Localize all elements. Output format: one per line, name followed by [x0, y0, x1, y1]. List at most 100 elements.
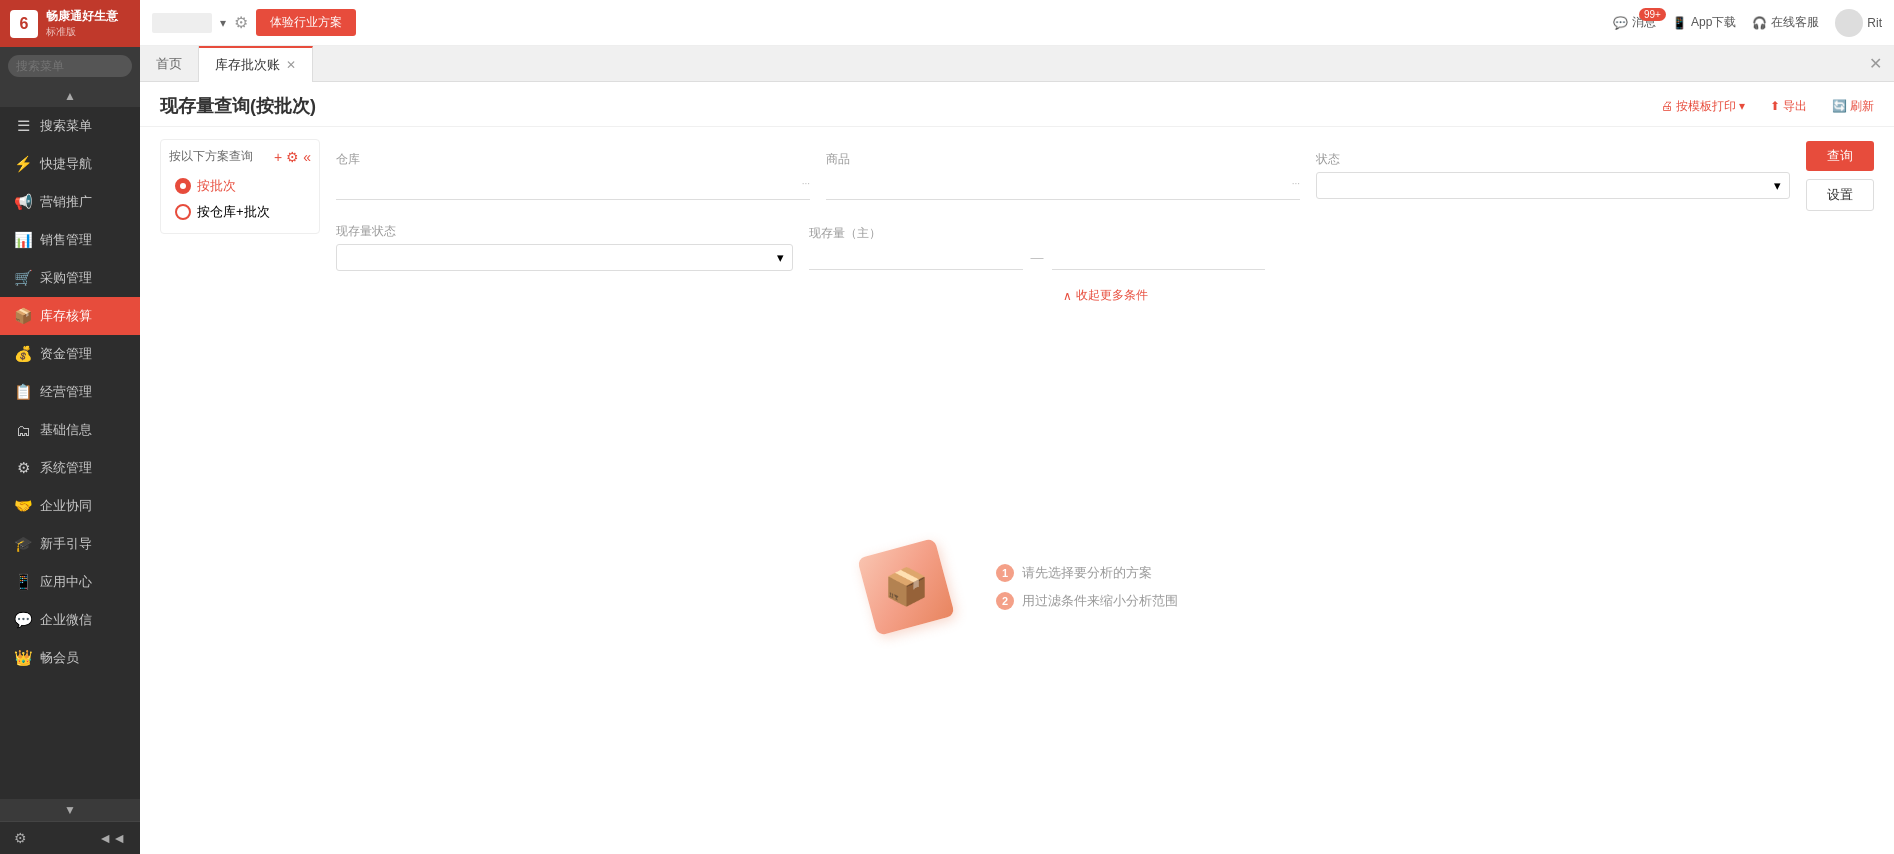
- tip-1-text: 请先选择要分析的方案: [1022, 564, 1152, 582]
- stock-status-label: 现存量状态: [336, 223, 793, 240]
- topbar-dropdown-arrow[interactable]: ▾: [220, 16, 226, 30]
- sidebar-item-inventory[interactable]: 📦库存核算: [0, 297, 140, 335]
- nav-label-enterprise: 企业协同: [40, 497, 92, 515]
- status-select[interactable]: ▾: [1316, 172, 1790, 199]
- product-dots[interactable]: ···: [1292, 178, 1300, 189]
- page-actions: 🖨 按模板打印 ▾ ⬆ 导出 🔄 刷新: [1661, 98, 1874, 115]
- nav-label-operation: 经营管理: [40, 383, 92, 401]
- company-info: 畅康通好生意 标准版: [46, 8, 118, 39]
- scroll-up-btn[interactable]: ▲: [0, 85, 140, 107]
- nav-icon-basic: 🗂: [14, 422, 32, 439]
- page-title: 现存量查询(按批次): [160, 94, 316, 118]
- nav-icon-sales: 📊: [14, 231, 32, 249]
- experience-btn[interactable]: 体验行业方案: [256, 9, 356, 36]
- tab-label-home: 首页: [156, 55, 182, 73]
- product-input[interactable]: [826, 172, 1292, 195]
- query-btn[interactable]: 查询: [1806, 141, 1874, 171]
- scroll-down-btn[interactable]: ▼: [0, 799, 140, 821]
- filter-row-2: 现存量状态 ▾ 现存量（主） —: [336, 223, 1874, 271]
- nav-label-newbie: 新手引导: [40, 535, 92, 553]
- content-area: 现存量查询(按批次) 🖨 按模板打印 ▾ ⬆ 导出 🔄 刷新: [140, 82, 1894, 854]
- sidebar-item-quicknav[interactable]: ⚡快捷导航: [0, 145, 140, 183]
- nav-label-wechat: 企业微信: [40, 611, 92, 629]
- topbar-right: 💬 消息 99+ 📱 App下载 🎧 在线客服 Rit: [1613, 9, 1882, 37]
- sidebar-item-operation[interactable]: 📋经营管理: [0, 373, 140, 411]
- nav-icon-apps: 📱: [14, 573, 32, 591]
- empty-tips: 1 请先选择要分析的方案 2 用过滤条件来缩小分析范围: [996, 564, 1178, 610]
- sidebar-item-basic[interactable]: 🗂基础信息: [0, 411, 140, 449]
- product-label: 商品: [826, 151, 1300, 168]
- range-separator: —: [1031, 250, 1044, 265]
- sidebar-item-purchase[interactable]: 🛒采购管理: [0, 259, 140, 297]
- empty-icon: [856, 537, 956, 637]
- search-input[interactable]: [8, 55, 132, 77]
- nav-label-quicknav: 快捷导航: [40, 155, 92, 173]
- scheme-label-batch: 按批次: [197, 177, 236, 195]
- collapse-btn[interactable]: ∧ 收起更多条件: [356, 283, 1854, 308]
- right-actions: 查询 设置: [1806, 139, 1874, 211]
- print-btn[interactable]: 🖨 按模板打印 ▾: [1661, 98, 1745, 115]
- sidebar-item-newbie[interactable]: 🎓 新手引导: [0, 525, 140, 563]
- refresh-btn[interactable]: 🔄 刷新: [1832, 98, 1874, 115]
- app-download-btn[interactable]: 📱 App下载: [1672, 14, 1736, 31]
- user-name: Rit: [1867, 16, 1882, 30]
- scheme-panel-header: 按以下方案查询 + ⚙ «: [169, 148, 311, 165]
- warehouse-dots[interactable]: ···: [802, 178, 810, 189]
- scheme-add-btn[interactable]: +: [274, 149, 282, 165]
- nav-icon-system: ⚙: [14, 459, 32, 477]
- scheme-item-warehouse_batch[interactable]: 按仓库+批次: [169, 199, 311, 225]
- topbar-settings-icon[interactable]: ⚙: [234, 13, 248, 32]
- topbar-left: ▾ ⚙ 体验行业方案: [152, 9, 1605, 36]
- tip-2-text: 用过滤条件来缩小分析范围: [1022, 592, 1178, 610]
- stock-qty-to-input[interactable]: [1052, 246, 1266, 270]
- app-label: App下载: [1691, 14, 1736, 31]
- export-btn[interactable]: ⬆ 导出: [1770, 98, 1807, 115]
- stock-status-select[interactable]: ▾: [336, 244, 793, 271]
- scheme-label-warehouse_batch: 按仓库+批次: [197, 203, 270, 221]
- tab-batch[interactable]: 库存批次账✕: [199, 46, 313, 82]
- message-btn[interactable]: 💬 消息 99+: [1613, 14, 1656, 31]
- config-btn[interactable]: 设置: [1806, 179, 1874, 211]
- tab-close-global-btn[interactable]: ✕: [1857, 54, 1894, 73]
- tab-home[interactable]: 首页: [140, 46, 199, 82]
- nav-icon-search: ☰: [14, 117, 32, 135]
- nav-label-apps: 应用中心: [40, 573, 92, 591]
- user-area[interactable]: Rit: [1835, 9, 1882, 37]
- scheme-icon-warehouse_batch: [175, 204, 191, 220]
- app-logo: 6: [10, 10, 38, 38]
- nav-icon-newbie: 🎓: [14, 535, 32, 553]
- stock-qty-from-input[interactable]: [809, 246, 1023, 270]
- tab-close-batch[interactable]: ✕: [286, 58, 296, 72]
- print-icon: 🖨: [1661, 99, 1673, 113]
- nav-icon-wechat: 💬: [14, 611, 32, 629]
- sidebar-item-finance[interactable]: 💰资金管理: [0, 335, 140, 373]
- warehouse-input[interactable]: [336, 172, 802, 195]
- sidebar-item-sales[interactable]: 📊销售管理: [0, 221, 140, 259]
- sidebar-search: [0, 47, 140, 85]
- nav-icon-marketing: 📢: [14, 193, 32, 211]
- sidebar-collapse-icon[interactable]: ◄◄: [98, 830, 126, 846]
- empty-state: 1 请先选择要分析的方案 2 用过滤条件来缩小分析范围: [140, 320, 1894, 854]
- scheme-collapse-btn[interactable]: «: [303, 149, 311, 165]
- tab-bar: 首页库存批次账✕✕: [140, 46, 1894, 82]
- stock-qty-range: —: [809, 246, 1266, 270]
- sidebar-item-marketing[interactable]: 📢 营销推广: [0, 183, 140, 221]
- nav-icon-purchase: 🛒: [14, 269, 32, 287]
- sidebar-item-member[interactable]: 👑畅会员: [0, 639, 140, 677]
- sidebar-item-search[interactable]: ☰ 搜索菜单: [0, 107, 140, 145]
- sidebar-item-enterprise[interactable]: 🤝企业协同: [0, 487, 140, 525]
- scheme-icon-batch: [175, 178, 191, 194]
- sidebar-item-apps[interactable]: 📱 应用中心: [0, 563, 140, 601]
- sidebar-item-wechat[interactable]: 💬 企业微信: [0, 601, 140, 639]
- warehouse-filter: 仓库 ···: [336, 151, 810, 200]
- page-header: 现存量查询(按批次) 🖨 按模板打印 ▾ ⬆ 导出 🔄 刷新: [140, 82, 1894, 127]
- sidebar-footer: ⚙ ◄◄: [0, 821, 140, 854]
- sidebar-item-system[interactable]: ⚙系统管理: [0, 449, 140, 487]
- scheme-settings-btn[interactable]: ⚙: [286, 149, 299, 165]
- service-btn[interactable]: 🎧 在线客服: [1752, 14, 1819, 31]
- print-dropdown-icon[interactable]: ▾: [1739, 99, 1745, 113]
- nav-label-search: 搜索菜单: [40, 117, 92, 135]
- nav-label-marketing: 营销推广: [40, 193, 92, 211]
- sidebar-settings-icon[interactable]: ⚙: [14, 830, 27, 846]
- scheme-item-batch[interactable]: 按批次: [169, 173, 311, 199]
